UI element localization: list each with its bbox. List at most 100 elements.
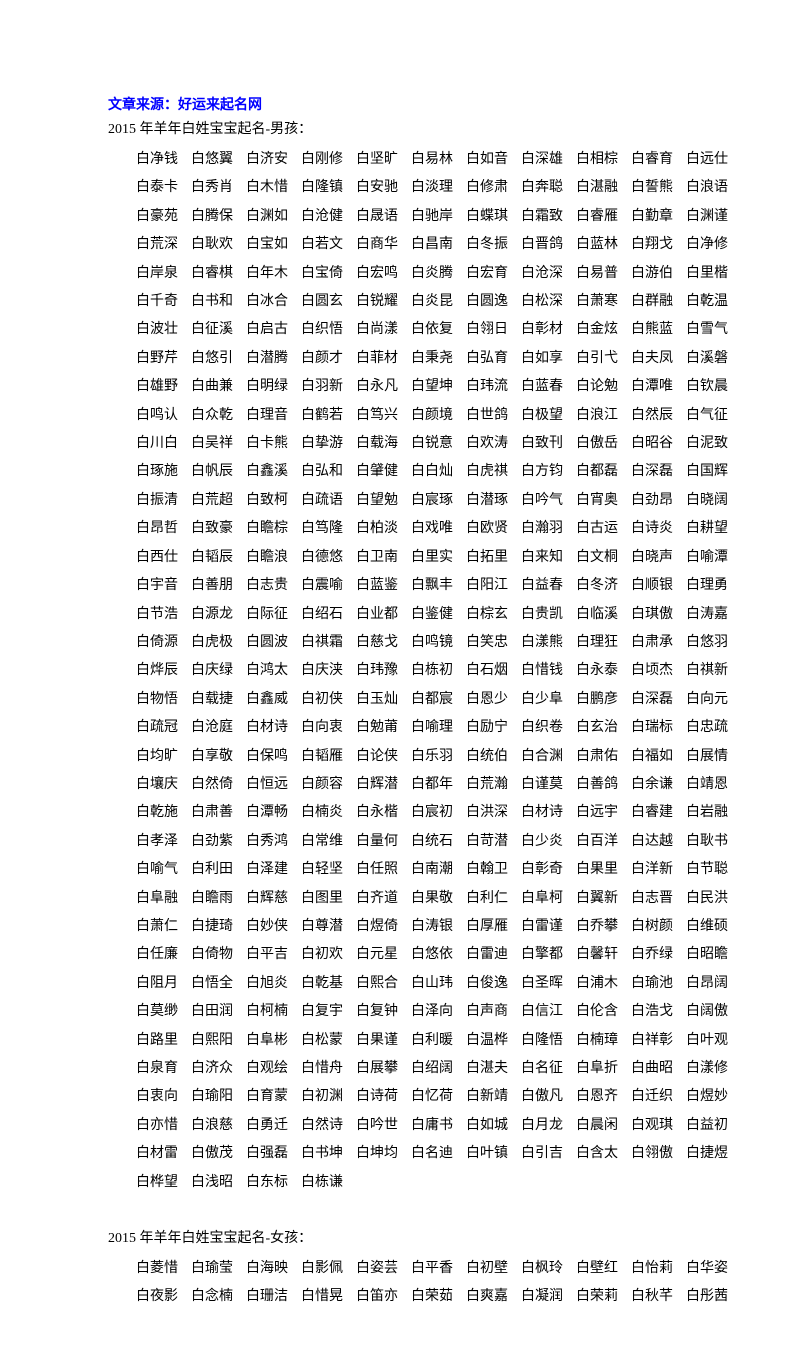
- name-item: 白源龙: [191, 601, 233, 629]
- name-item: 白漾修: [686, 1055, 728, 1083]
- name-item: 白论勉: [576, 373, 618, 401]
- name-item: 白瀚羽: [521, 515, 563, 543]
- name-item: 白浅昭: [191, 1169, 233, 1197]
- name-item: 白傲岳: [576, 430, 618, 458]
- name-item: 白怡莉: [631, 1255, 673, 1283]
- name-item: 白吟世: [356, 1112, 398, 1140]
- name-item: 白临溪: [576, 601, 618, 629]
- page: 文章来源：好运来起名网 2015 年羊年白姓宝宝起名-男孩： 白净钱白悠翼白济安…: [0, 0, 792, 1352]
- name-item: 白引弋: [576, 345, 618, 373]
- name-item: 白明绿: [246, 373, 288, 401]
- name-item: 白统石: [411, 828, 453, 856]
- male-name-row: 白喻气白利田白泽建白轻坚白任照白南潮白翰卫白彰奇白果里白洋新白节聪: [136, 856, 702, 884]
- name-item: 白欢涛: [466, 430, 508, 458]
- name-item: 白阜融: [136, 885, 178, 913]
- name-item: 白书和: [191, 288, 233, 316]
- name-item: 白古运: [576, 515, 618, 543]
- name-item: 白华姿: [686, 1255, 728, 1283]
- name-item: 白庆浃: [301, 657, 343, 685]
- name-item: 白利暖: [411, 1027, 453, 1055]
- name-item: 白旭炎: [246, 970, 288, 998]
- male-name-row: 白亦惜白浪慈白勇迁白然诗白吟世白庸书白如城白月龙白晨闲白观琪白益初: [136, 1112, 702, 1140]
- name-item: 白隆镇: [301, 174, 343, 202]
- name-item: 白泽向: [411, 998, 453, 1026]
- name-item: 白论侠: [356, 743, 398, 771]
- name-item: 白树颜: [631, 913, 673, 941]
- name-item: 白瞻棕: [246, 515, 288, 543]
- name-item: 白惜钱: [521, 657, 563, 685]
- name-item: 白菱惜: [136, 1255, 178, 1283]
- male-name-row: 白壤庆白然倚白恒远白颜容白辉潜白都年白荒瀚白谨莫白善鸽白余谦白靖恩: [136, 771, 702, 799]
- name-item: 白鑫威: [246, 686, 288, 714]
- name-item: 白恩少: [466, 686, 508, 714]
- name-item: 白蓝林: [576, 231, 618, 259]
- name-item: 白瑜阳: [191, 1083, 233, 1111]
- name-item: 白阜柯: [521, 885, 563, 913]
- name-item: 白沧健: [301, 203, 343, 231]
- name-item: 白妙侠: [246, 913, 288, 941]
- name-item: 白鸣认: [136, 402, 178, 430]
- name-item: 白修肃: [466, 174, 508, 202]
- name-item: 白尚漾: [356, 316, 398, 344]
- name-item: 白远仕: [686, 146, 728, 174]
- name-item: 白世鸽: [466, 402, 508, 430]
- male-name-row: 白昂哲白致豪白瞻棕白笃隆白柏淡白戏唯白欧贤白瀚羽白古运白诗炎白耕望: [136, 515, 702, 543]
- name-item: 白量何: [356, 828, 398, 856]
- name-item: 白倚物: [191, 941, 233, 969]
- name-item: 白恒远: [246, 771, 288, 799]
- name-item: 白致柯: [246, 487, 288, 515]
- name-item: 白维硕: [686, 913, 728, 941]
- name-item: 白倚源: [136, 629, 178, 657]
- name-item: 白振清: [136, 487, 178, 515]
- name-item: 白浪语: [686, 174, 728, 202]
- name-item: 白新靖: [466, 1083, 508, 1111]
- name-item: 白相棕: [576, 146, 618, 174]
- name-item: 白勇迁: [246, 1112, 288, 1140]
- name-item: 白德悠: [301, 544, 343, 572]
- name-item: 白笑忠: [466, 629, 508, 657]
- name-item: 白玮豫: [356, 657, 398, 685]
- name-item: 白浩戈: [631, 998, 673, 1026]
- name-item: 白宏鸣: [356, 260, 398, 288]
- name-item: 白理音: [246, 402, 288, 430]
- name-item: 白易林: [411, 146, 453, 174]
- name-item: 白志晋: [631, 885, 673, 913]
- name-item: 白依复: [411, 316, 453, 344]
- name-item: 白衷向: [136, 1083, 178, 1111]
- name-item: 白渊谨: [686, 203, 728, 231]
- name-item: 白金炫: [576, 316, 618, 344]
- female-name-row: 白菱惜白瑜莹白海映白影佩白姿芸白平香白初壁白枫玲白壁红白怡莉白华姿: [136, 1255, 702, 1283]
- male-names-block: 白净钱白悠翼白济安白刚修白坚旷白易林白如音白深雄白相棕白睿育白远仕白泰卡白秀肖白…: [108, 146, 702, 1197]
- name-item: 白笛亦: [356, 1283, 398, 1311]
- name-item: 白沧庭: [191, 714, 233, 742]
- source-line: 文章来源：好运来起名网: [108, 94, 702, 114]
- name-item: 白贵凯: [521, 601, 563, 629]
- name-item: 白涛嘉: [686, 601, 728, 629]
- name-item: 白晋鸽: [521, 231, 563, 259]
- male-name-row: 白物悟白载捷白鑫威白初侠白玉灿白都宸白恩少白少阜白鹏彦白深磊白向元: [136, 686, 702, 714]
- name-item: 白永凡: [356, 373, 398, 401]
- name-item: 白萧仁: [136, 913, 178, 941]
- name-item: 白浪慈: [191, 1112, 233, 1140]
- name-item: 白潭唯: [631, 373, 673, 401]
- name-item: 白宏育: [466, 260, 508, 288]
- name-item: 白悠引: [191, 345, 233, 373]
- name-item: 白翰卫: [466, 856, 508, 884]
- name-item: 白挚游: [301, 430, 343, 458]
- male-name-row: 白鸣认白众乾白理音白鹤若白笃兴白颜境白世鸽白极望白浪江白然辰白气征: [136, 402, 702, 430]
- male-name-row: 白净钱白悠翼白济安白刚修白坚旷白易林白如音白深雄白相棕白睿育白远仕: [136, 146, 702, 174]
- name-item: 白名征: [521, 1055, 563, 1083]
- name-item: 白都磊: [576, 458, 618, 486]
- name-item: 白熙合: [356, 970, 398, 998]
- name-item: 白益初: [686, 1112, 728, 1140]
- name-item: 白炎昆: [411, 288, 453, 316]
- name-item: 白夜影: [136, 1283, 178, 1311]
- name-item: 白绍阔: [411, 1055, 453, 1083]
- male-name-row: 白阻月白悟全白旭炎白乾基白熙合白山玮白俊逸白圣晖白浦木白瑜池白昂阔: [136, 970, 702, 998]
- name-item: 白玉灿: [356, 686, 398, 714]
- name-item: 白秀肖: [191, 174, 233, 202]
- male-name-row: 白倚源白虎极白圆波白祺霜白慈戈白鸣镜白笑忠白漾熊白理狂白肃承白悠羽: [136, 629, 702, 657]
- name-item: 白望坤: [411, 373, 453, 401]
- name-item: 白净钱: [136, 146, 178, 174]
- name-item: 白乾施: [136, 799, 178, 827]
